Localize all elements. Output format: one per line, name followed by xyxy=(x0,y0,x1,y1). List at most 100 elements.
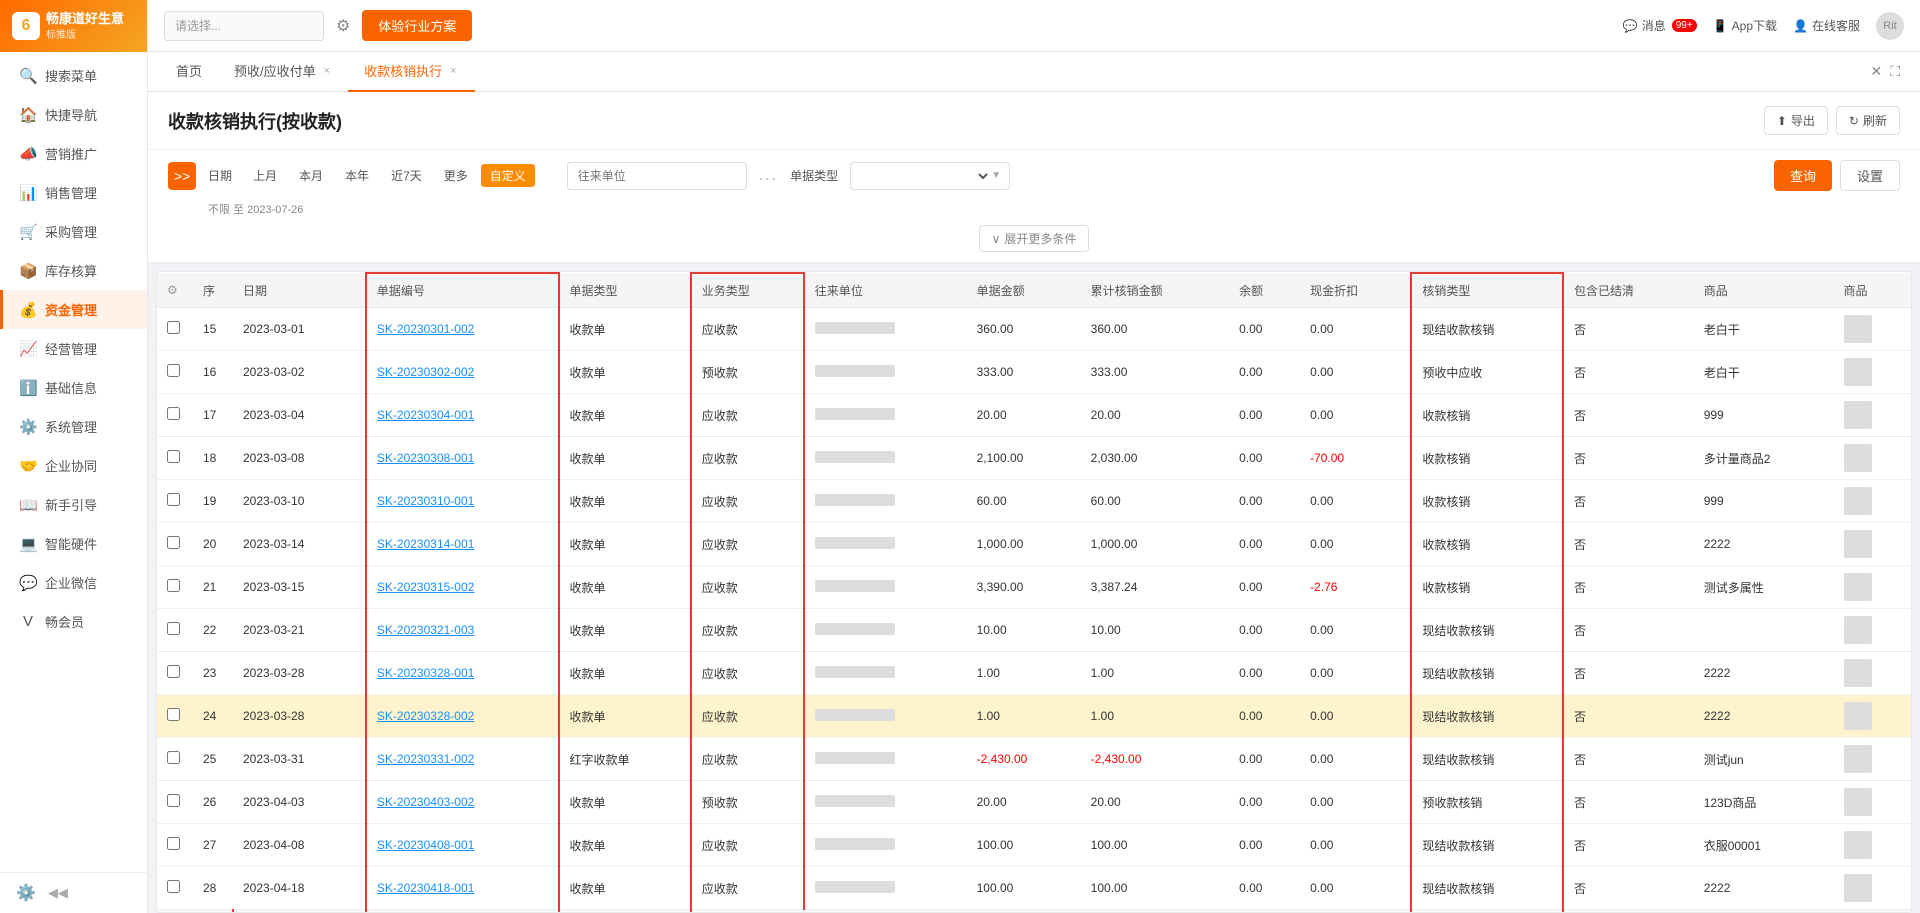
sidebar-item-system[interactable]: ⚙️系统管理 xyxy=(0,407,147,446)
cell-amount: 333.00 xyxy=(967,351,1081,394)
dots-icon[interactable]: ... xyxy=(759,167,778,185)
close-window-icon[interactable]: ✕ xyxy=(1870,63,1882,80)
filter-toggle-button[interactable]: >> xyxy=(168,162,196,190)
tab-receipt[interactable]: 收款核销执行× xyxy=(348,52,474,92)
sidebar-item-purchase[interactable]: 🛒采购管理 xyxy=(0,212,147,251)
row-checkbox[interactable] xyxy=(167,837,180,850)
row-checkbox[interactable] xyxy=(167,493,180,506)
voucher-link[interactable]: SK-20230304-001 xyxy=(377,408,474,422)
cell-checkbox[interactable] xyxy=(157,652,193,695)
messages-item[interactable]: 💬 消息 99+ xyxy=(1623,17,1697,34)
row-checkbox[interactable] xyxy=(167,450,180,463)
sidebar-item-member[interactable]: V畅会员 xyxy=(0,602,147,641)
tab-close-receipt[interactable]: × xyxy=(448,65,458,77)
partner-input[interactable] xyxy=(567,162,747,190)
sidebar-icon-basic: ℹ️ xyxy=(19,379,37,397)
cell-date: 2023-03-04 xyxy=(233,394,366,437)
user-avatar[interactable]: Rit xyxy=(1876,12,1904,40)
row-checkbox[interactable] xyxy=(167,751,180,764)
collapse-icon[interactable]: ◀◀ xyxy=(48,885,68,901)
sidebar-item-inventory[interactable]: 📦库存核算 xyxy=(0,251,147,290)
sidebar-item-quicknav[interactable]: 🏠快捷导航 xyxy=(0,95,147,134)
cell-checkbox[interactable] xyxy=(157,351,193,394)
export-button[interactable]: ⬆ 导出 xyxy=(1764,106,1828,135)
voucher-link[interactable]: SK-20230403-002 xyxy=(377,795,474,809)
sidebar-item-wechat[interactable]: 💬企业微信 xyxy=(0,563,147,602)
voucher-link[interactable]: SK-20230408-001 xyxy=(377,838,474,852)
query-button[interactable]: 查询 xyxy=(1774,160,1832,191)
date-btn-custom[interactable]: 自定义 xyxy=(481,164,535,187)
settings-icon[interactable]: ⚙️ xyxy=(16,883,36,903)
tab-payable[interactable]: 预收/应收付单× xyxy=(218,52,348,92)
date-btn-0[interactable]: 上月 xyxy=(244,163,286,188)
cell-date: 2023-03-31 xyxy=(233,738,366,781)
sidebar-item-sales[interactable]: 📊销售管理 xyxy=(0,173,147,212)
date-btn-2[interactable]: 本年 xyxy=(336,163,378,188)
cell-checkbox[interactable] xyxy=(157,437,193,480)
voucher-link[interactable]: SK-20230302-002 xyxy=(377,365,474,379)
filter-settings-button[interactable]: 设置 xyxy=(1840,160,1900,191)
row-checkbox[interactable] xyxy=(167,407,180,420)
sidebar-item-finance[interactable]: 💰资金管理 xyxy=(0,290,147,329)
row-checkbox[interactable] xyxy=(167,880,180,893)
cell-checkbox[interactable] xyxy=(157,695,193,738)
voucher-link[interactable]: SK-20230314-001 xyxy=(377,537,474,551)
refresh-button[interactable]: ↻ 刷新 xyxy=(1836,106,1900,135)
voucher-link[interactable]: SK-20230310-001 xyxy=(377,494,474,508)
cell-verify-type: 现结收款核销 xyxy=(1411,652,1563,695)
cell-checkbox[interactable] xyxy=(157,738,193,781)
cell-balance: 0.00 xyxy=(1229,394,1300,437)
th-gear[interactable]: ⚙ xyxy=(157,273,193,308)
cell-checkbox[interactable] xyxy=(157,394,193,437)
sidebar-item-search[interactable]: 🔍搜索菜单 xyxy=(0,56,147,95)
industry-button[interactable]: 体验行业方案 xyxy=(362,10,472,41)
footer-no xyxy=(193,910,233,913)
date-btn-3[interactable]: 近7天 xyxy=(382,163,431,188)
row-checkbox[interactable] xyxy=(167,579,180,592)
cell-checkbox[interactable] xyxy=(157,308,193,351)
expand-icon[interactable]: ⛶ xyxy=(1890,63,1900,80)
topbar-select[interactable]: 请选择... xyxy=(164,11,324,41)
cell-checkbox[interactable] xyxy=(157,523,193,566)
voucher-link[interactable]: SK-20230321-003 xyxy=(377,623,474,637)
voucher-link[interactable]: SK-20230315-002 xyxy=(377,580,474,594)
row-checkbox[interactable] xyxy=(167,622,180,635)
row-checkbox[interactable] xyxy=(167,321,180,334)
date-btn-4[interactable]: 更多 xyxy=(435,163,477,188)
sidebar-item-marketing[interactable]: 📣营销推广 xyxy=(0,134,147,173)
row-checkbox[interactable] xyxy=(167,794,180,807)
row-checkbox[interactable] xyxy=(167,708,180,721)
tab-home[interactable]: 首页 xyxy=(160,52,218,92)
date-btn-1[interactable]: 本月 xyxy=(290,163,332,188)
voucher-link[interactable]: SK-20230301-002 xyxy=(377,322,474,336)
filter-bar: >> 日期 上月本月本年近7天更多自定义 ... 单据类型 ▼ 查询 设置 xyxy=(148,150,1920,263)
cell-goods2 xyxy=(1834,394,1912,437)
voucher-link[interactable]: SK-20230331-002 xyxy=(377,752,474,766)
cell-checkbox[interactable] xyxy=(157,781,193,824)
row-checkbox[interactable] xyxy=(167,536,180,549)
cell-checkbox[interactable] xyxy=(157,867,193,910)
voucher-type-select[interactable] xyxy=(859,168,991,184)
voucher-link[interactable]: SK-20230328-002 xyxy=(377,709,474,723)
sidebar-item-operation[interactable]: 📈经营管理 xyxy=(0,329,147,368)
gear-icon[interactable]: ⚙ xyxy=(332,12,354,40)
expand-more-button[interactable]: ∨ 展开更多条件 xyxy=(979,225,1090,252)
cell-checkbox[interactable] xyxy=(157,480,193,523)
sidebar-item-guide[interactable]: 📖新手引导 xyxy=(0,485,147,524)
cell-checkbox[interactable] xyxy=(157,824,193,867)
voucher-link[interactable]: SK-20230418-001 xyxy=(377,881,474,895)
tab-close-payable[interactable]: × xyxy=(322,65,332,77)
app-download-item[interactable]: 📱 App下载 xyxy=(1713,17,1777,34)
online-service-item[interactable]: 👤 在线客服 xyxy=(1793,17,1860,34)
row-checkbox[interactable] xyxy=(167,665,180,678)
sidebar-item-enterprise[interactable]: 🤝企业协同 xyxy=(0,446,147,485)
sidebar-label-search: 搜索菜单 xyxy=(45,66,97,85)
sidebar-item-basic[interactable]: ℹ️基础信息 xyxy=(0,368,147,407)
cell-checkbox[interactable] xyxy=(157,566,193,609)
cell-checkbox[interactable] xyxy=(157,609,193,652)
sidebar-item-hardware[interactable]: 💻智能硬件 xyxy=(0,524,147,563)
column-settings-icon[interactable]: ⚙ xyxy=(167,283,178,297)
voucher-link[interactable]: SK-20230328-001 xyxy=(377,666,474,680)
voucher-link[interactable]: SK-20230308-001 xyxy=(377,451,474,465)
row-checkbox[interactable] xyxy=(167,364,180,377)
